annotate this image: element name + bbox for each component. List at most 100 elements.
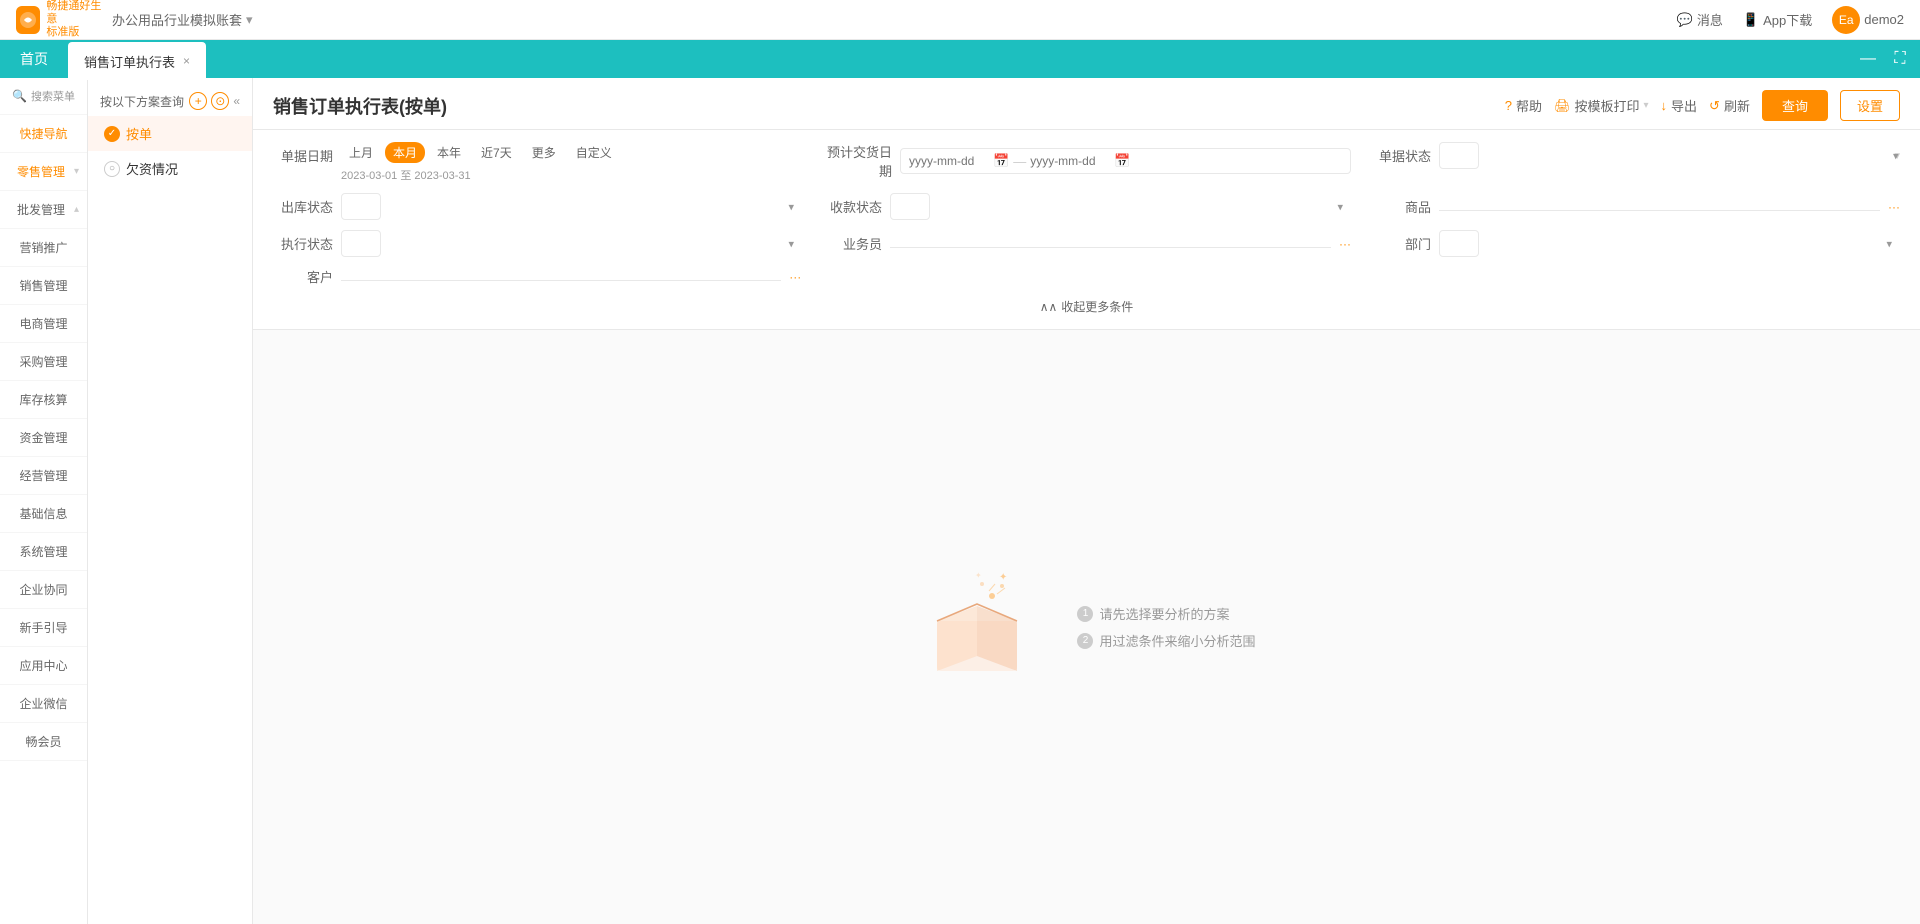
sidebar-item-basic[interactable]: 基础信息 bbox=[0, 495, 87, 533]
left-panel: 按以下方案查询 + ⊙ « ✓ 按单 ○ 欠资情况 bbox=[88, 78, 253, 924]
dept-select[interactable] bbox=[1439, 230, 1479, 257]
scheme-item-by-order[interactable]: ✓ 按单 bbox=[88, 116, 252, 151]
refresh-button[interactable]: ↺ 刷新 bbox=[1709, 96, 1750, 115]
sidebar-item-retail[interactable]: 零售管理 ▾ bbox=[0, 153, 87, 191]
goods-label: 商品 bbox=[1371, 197, 1431, 216]
sidebar-item-inventory[interactable]: 库存核算 bbox=[0, 381, 87, 419]
sidebar-item-enterprise[interactable]: 企业协同 bbox=[0, 571, 87, 609]
salesperson-more-button[interactable]: ··· bbox=[1339, 237, 1351, 251]
tip-num-2: 2 bbox=[1077, 633, 1093, 649]
sidebar-item-basic-label: 基础信息 bbox=[8, 505, 79, 522]
message-button[interactable]: 💬 消息 bbox=[1677, 10, 1723, 29]
customer-more-button[interactable]: ··· bbox=[789, 270, 801, 284]
sidebar-item-purchase[interactable]: 采购管理 bbox=[0, 343, 87, 381]
sidebar-item-guide[interactable]: 新手引导 bbox=[0, 609, 87, 647]
top-right-actions: 💬 消息 📱 App下载 Ea demo2 bbox=[1677, 6, 1904, 34]
sidebar-item-marketing[interactable]: 营销推广 bbox=[0, 229, 87, 267]
breadcrumb-chevron-icon[interactable]: ▾ bbox=[246, 12, 253, 28]
sidebar: 🔍 搜索菜单 快捷导航 零售管理 ▾ 批发管理 ▴ 营销推广 销售管理 电商管理… bbox=[0, 78, 88, 924]
sidebar-item-system[interactable]: 系统管理 bbox=[0, 533, 87, 571]
query-button[interactable]: 查询 bbox=[1762, 90, 1828, 121]
sidebar-item-finance[interactable]: 资金管理 bbox=[0, 419, 87, 457]
date-tab-this-month[interactable]: 本月 bbox=[385, 142, 425, 163]
date-tab-7days[interactable]: 近7天 bbox=[473, 142, 520, 163]
app-download-button[interactable]: 📱 App下载 bbox=[1743, 10, 1812, 29]
export-button[interactable]: ↓ 导出 bbox=[1661, 96, 1698, 115]
sidebar-item-wholesale[interactable]: 批发管理 ▴ bbox=[0, 191, 87, 229]
goods-more-button[interactable]: ··· bbox=[1888, 200, 1900, 214]
add-scheme-button[interactable]: + bbox=[189, 92, 207, 110]
date-tab-custom[interactable]: 自定义 bbox=[568, 142, 620, 163]
settings-button[interactable]: 设置 bbox=[1840, 90, 1900, 121]
collapse-panel-button[interactable]: « bbox=[233, 94, 240, 108]
date-filter-label: 单据日期 bbox=[273, 142, 333, 165]
left-panel-title: 按以下方案查询 bbox=[100, 93, 185, 110]
user-profile[interactable]: Ea demo2 bbox=[1832, 6, 1904, 34]
date-range-text: 2023-03-01 至 2023-03-31 bbox=[341, 167, 620, 183]
empty-state: ✦ ✦ 1 请先选择要分析的方案 2 用过滤条件来缩小分析范围 bbox=[253, 330, 1920, 924]
expected-date-from-input[interactable] bbox=[909, 154, 989, 168]
help-icon: ? bbox=[1505, 98, 1512, 113]
scheme-item-debt-label: 欠资情况 bbox=[126, 159, 178, 178]
exec-status-select[interactable] bbox=[341, 230, 381, 257]
sidebar-item-member[interactable]: 畅会员 bbox=[0, 723, 87, 761]
sidebar-item-sales-label: 销售管理 bbox=[8, 277, 79, 294]
date-separator: — bbox=[1013, 154, 1026, 169]
breadcrumb-text: 办公用品行业模拟账套 bbox=[112, 10, 242, 29]
sidebar-search-label: 搜索菜单 bbox=[31, 88, 75, 104]
tab-sales-order[interactable]: 销售订单执行表 × bbox=[68, 42, 206, 80]
date-tab-last-month[interactable]: 上月 bbox=[341, 142, 381, 163]
salesperson-label: 业务员 bbox=[822, 234, 882, 253]
collection-status-select[interactable] bbox=[890, 193, 930, 220]
expected-date-label: 预计交货日期 bbox=[822, 142, 892, 180]
right-content: 销售订单执行表(按单) ? 帮助 🖨 按模板打印 ▾ ↓ 导出 bbox=[253, 78, 1920, 924]
sidebar-item-wholesale-arrow: ▴ bbox=[74, 204, 79, 215]
expected-date-to-calendar-icon[interactable]: 📅 bbox=[1114, 153, 1130, 169]
sidebar-search[interactable]: 🔍 搜索菜单 bbox=[0, 78, 87, 115]
collection-status-label: 收款状态 bbox=[822, 197, 882, 216]
logo-area: 畅捷通好生意 标准版 bbox=[16, 0, 104, 39]
date-tab-more[interactable]: 更多 bbox=[524, 142, 564, 163]
collapse-filters-button[interactable]: ∧∧ 收起更多条件 bbox=[1040, 298, 1134, 315]
sidebar-item-enterprise-label: 企业协同 bbox=[8, 581, 79, 598]
scheme-item-debt[interactable]: ○ 欠资情况 bbox=[88, 151, 252, 186]
status-select[interactable] bbox=[1439, 142, 1479, 169]
sidebar-item-apps[interactable]: 应用中心 bbox=[0, 647, 87, 685]
sidebar-item-inventory-label: 库存核算 bbox=[8, 391, 79, 408]
sidebar-item-wholesale-label: 批发管理 bbox=[8, 201, 74, 218]
breadcrumb: 办公用品行业模拟账套 ▾ bbox=[104, 10, 1677, 29]
print-button[interactable]: 🖨 按模板打印 ▾ bbox=[1554, 96, 1649, 115]
sidebar-quick-nav[interactable]: 快捷导航 bbox=[0, 115, 87, 153]
scheme-active-icon: ✓ bbox=[104, 126, 120, 142]
sidebar-item-apps-label: 应用中心 bbox=[8, 657, 79, 674]
dept-label: 部门 bbox=[1371, 234, 1431, 253]
sidebar-item-ecommerce[interactable]: 电商管理 bbox=[0, 305, 87, 343]
sidebar-item-operations[interactable]: 经营管理 bbox=[0, 457, 87, 495]
maximize-button[interactable]: ⛶ bbox=[1888, 47, 1912, 71]
sidebar-item-wechat[interactable]: 企业微信 bbox=[0, 685, 87, 723]
export-icon: ↓ bbox=[1661, 98, 1668, 113]
delivery-status-select[interactable] bbox=[341, 193, 381, 220]
expected-date-from-calendar-icon[interactable]: 📅 bbox=[993, 153, 1009, 169]
sidebar-item-sales[interactable]: 销售管理 bbox=[0, 267, 87, 305]
page-title: 销售订单执行表(按单) bbox=[273, 93, 447, 119]
search-icon: 🔍 bbox=[12, 89, 27, 103]
sidebar-item-wechat-label: 企业微信 bbox=[8, 695, 79, 712]
tip-num-1: 1 bbox=[1077, 606, 1093, 622]
expected-date-to-input[interactable] bbox=[1030, 154, 1110, 168]
tab-bar-controls: — ⛶ bbox=[1856, 47, 1912, 71]
sidebar-item-retail-arrow: ▾ bbox=[74, 166, 79, 177]
help-button[interactable]: ? 帮助 bbox=[1505, 96, 1542, 115]
logo-icon bbox=[16, 6, 40, 34]
sidebar-quick-nav-label: 快捷导航 bbox=[19, 125, 67, 142]
logo-text: 畅捷通好生意 标准版 bbox=[46, 0, 104, 39]
left-panel-header: 按以下方案查询 + ⊙ « bbox=[88, 86, 252, 116]
minimize-button[interactable]: — bbox=[1856, 47, 1880, 71]
page-actions: ? 帮助 🖨 按模板打印 ▾ ↓ 导出 ↺ 刷新 bbox=[1505, 90, 1900, 121]
delivery-status-label: 出库状态 bbox=[273, 197, 333, 216]
settings-scheme-button[interactable]: ⊙ bbox=[211, 92, 229, 110]
date-tab-this-year[interactable]: 本年 bbox=[429, 142, 469, 163]
tab-close-icon[interactable]: × bbox=[183, 54, 190, 68]
tab-home[interactable]: 首页 bbox=[0, 40, 68, 78]
customer-label: 客户 bbox=[273, 267, 333, 286]
